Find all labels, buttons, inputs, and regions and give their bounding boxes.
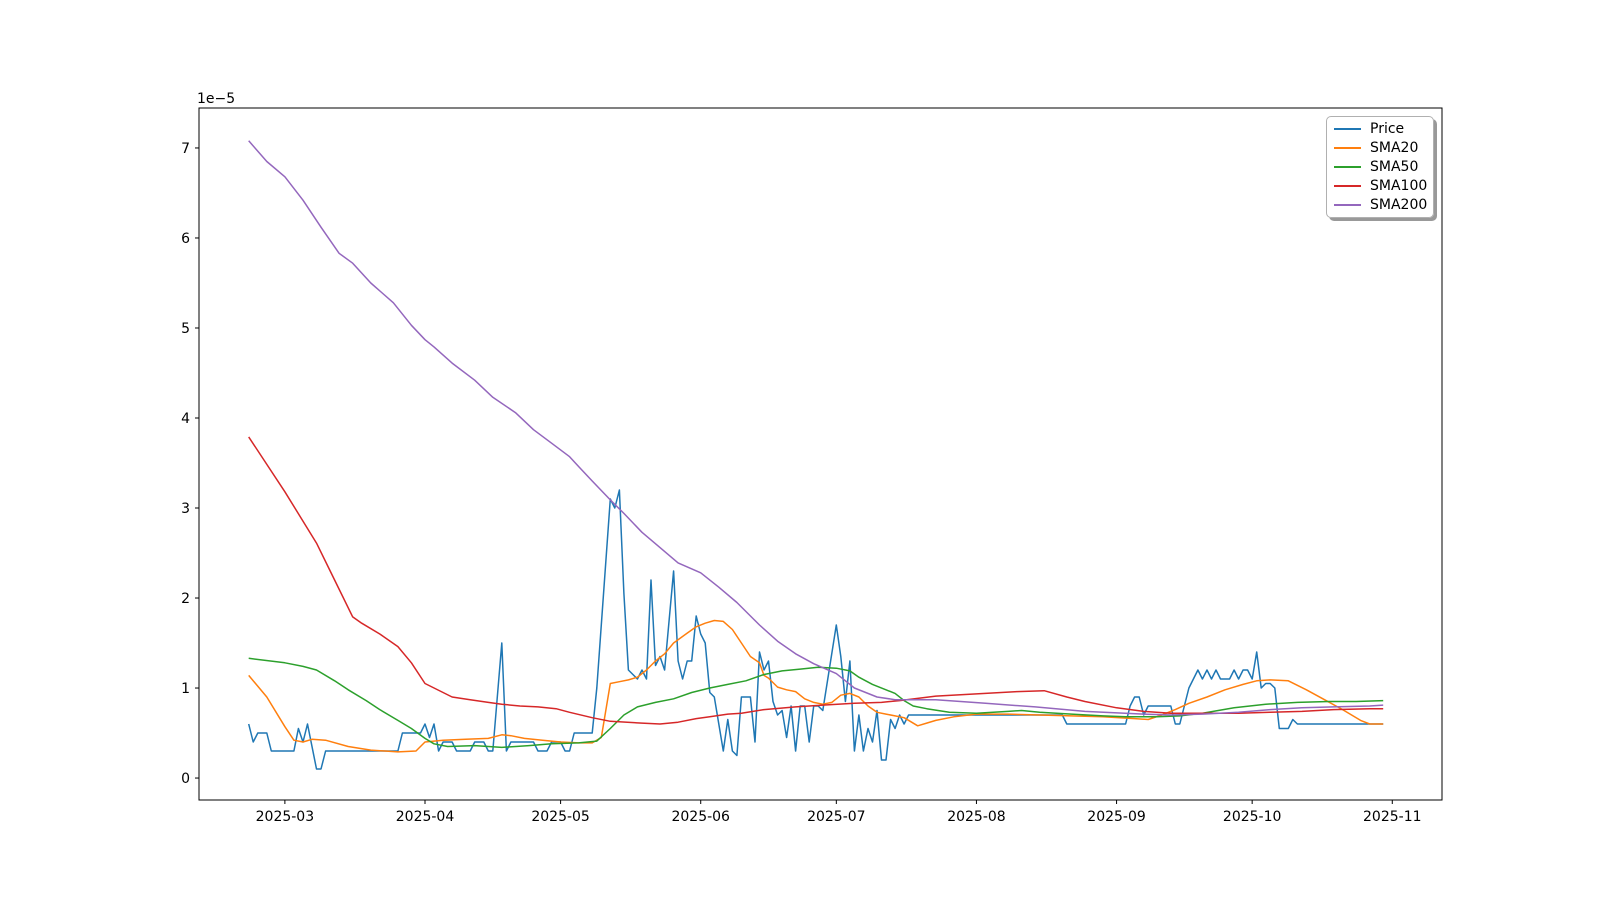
legend-item-sma100: SMA100 xyxy=(1334,176,1428,195)
x-tick-label: 2025-04 xyxy=(396,809,455,825)
y-tick-label: 1 xyxy=(181,681,190,697)
legend-line-swatch xyxy=(1334,203,1361,206)
figure: 01234567 2025-03 2025-04 2025-05 2025-06 202… xyxy=(0,0,1600,900)
legend-line-swatch xyxy=(1334,147,1361,150)
y-axis-ticks: 0 1 2 3 4 5 6 7 xyxy=(181,141,199,787)
y-tick-label: 4 xyxy=(181,411,190,427)
legend-line-swatch xyxy=(1334,128,1361,131)
series-lines xyxy=(247,140,1384,770)
x-axis-ticks: 2025-03 2025-04 2025-05 2025-06 2025-07 2025-… xyxy=(256,800,1422,825)
legend-line-swatch xyxy=(1334,165,1361,168)
y-axis-offset-label: 1e−5 xyxy=(197,91,235,107)
legend-label: SMA20 xyxy=(1370,140,1419,157)
x-tick-label: 2025-11 xyxy=(1363,809,1422,825)
legend-label: Price xyxy=(1370,121,1405,138)
x-tick-label: 2025-07 xyxy=(807,809,866,825)
sma20-line xyxy=(248,619,1384,753)
sma100-line xyxy=(248,436,1384,725)
y-tick-label: 0 xyxy=(181,771,190,787)
y-tick-label: 5 xyxy=(181,321,190,337)
y-tick-label: 2 xyxy=(181,591,190,607)
x-tick-label: 2025-05 xyxy=(531,809,590,825)
legend-item-sma200: SMA200 xyxy=(1334,195,1428,214)
legend-line-swatch xyxy=(1334,184,1361,187)
legend-item-sma50: SMA50 xyxy=(1334,158,1426,177)
x-tick-label: 2025-06 xyxy=(671,809,730,825)
x-tick-label: 2025-03 xyxy=(256,809,315,825)
legend-label: SMA50 xyxy=(1370,158,1419,175)
x-tick-label: 2025-10 xyxy=(1223,809,1282,825)
price-line xyxy=(247,489,1384,770)
x-tick-label: 2025-08 xyxy=(947,809,1006,825)
legend-label: SMA100 xyxy=(1370,177,1428,194)
sma200-line xyxy=(248,140,1384,716)
y-tick-label: 3 xyxy=(181,501,190,517)
legend: Price SMA20 SMA50 SMA100 SMA200 xyxy=(1326,116,1434,218)
y-tick-label: 6 xyxy=(181,231,190,247)
legend-label: SMA200 xyxy=(1370,196,1428,213)
x-tick-label: 2025-09 xyxy=(1087,809,1146,825)
plot-frame xyxy=(198,107,1443,801)
legend-item-sma20: SMA20 xyxy=(1334,139,1426,158)
legend-item-price: Price xyxy=(1334,120,1426,139)
y-tick-label: 7 xyxy=(181,141,190,157)
